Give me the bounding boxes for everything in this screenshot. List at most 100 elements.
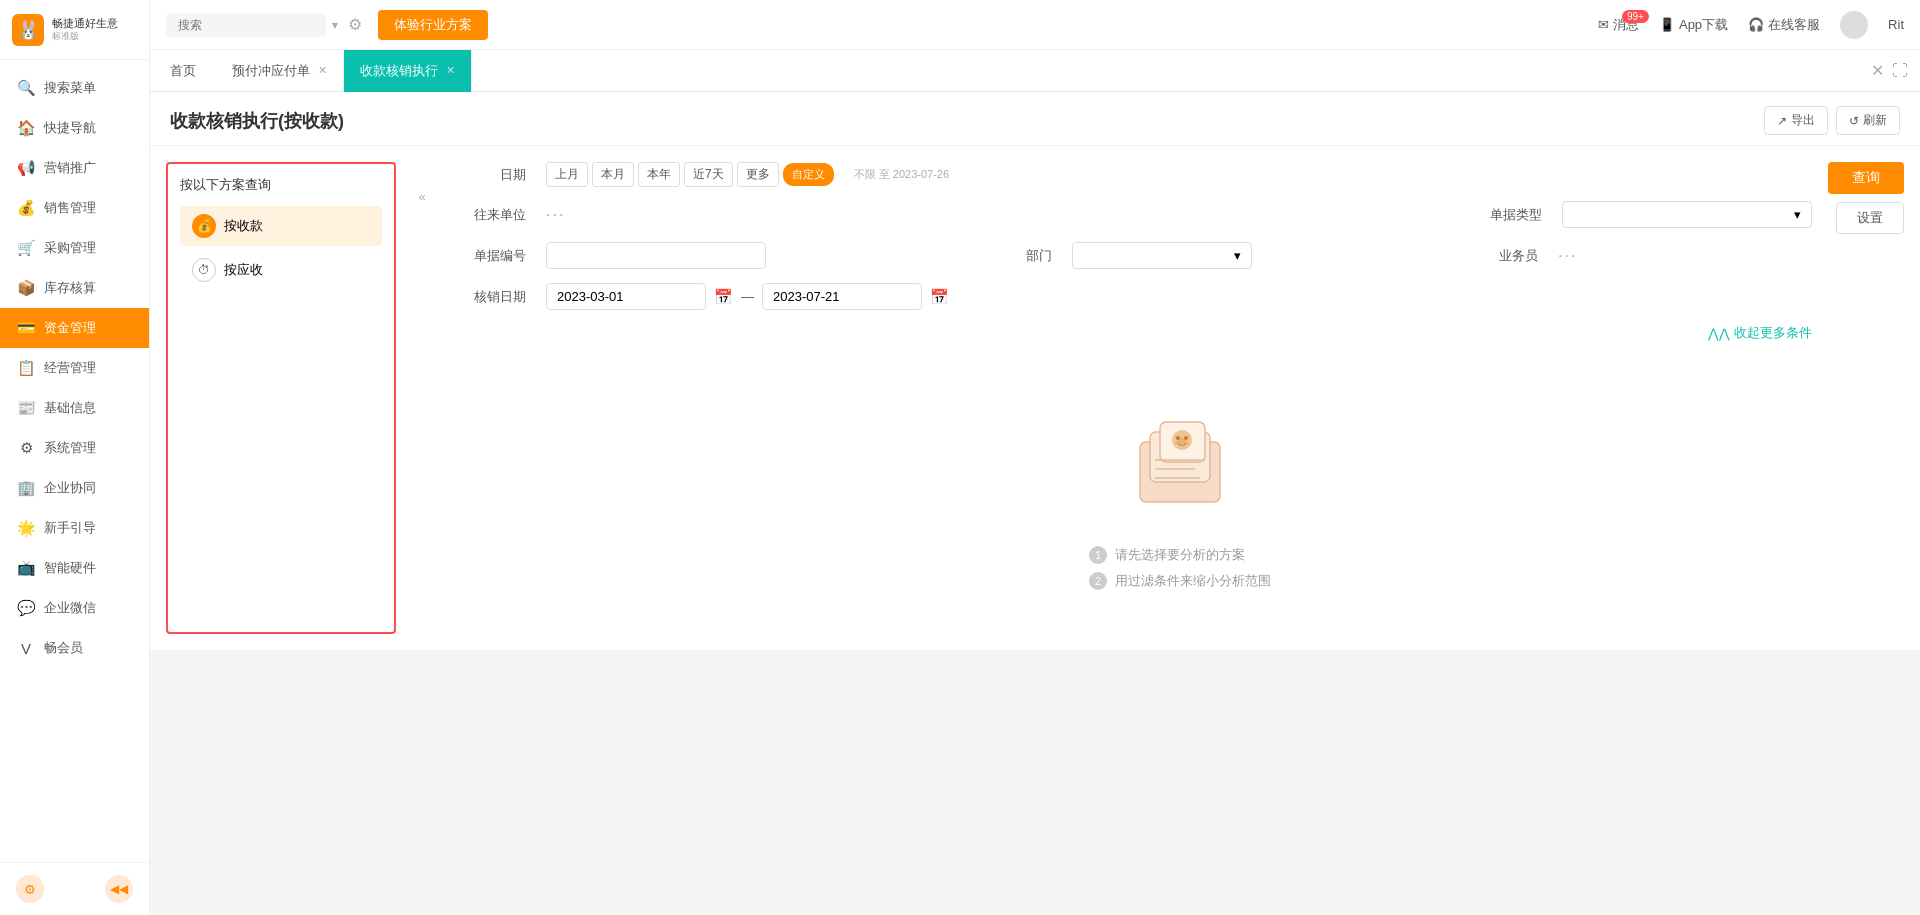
- service-label: 在线客服: [1768, 16, 1820, 34]
- tab-home[interactable]: 首页: [150, 62, 216, 80]
- sidebar-item-search[interactable]: 🔍 搜索菜单: [0, 68, 149, 108]
- sidebar-item-enterprise[interactable]: 🏢 企业协同: [0, 468, 149, 508]
- sidebar: 🐰 畅捷通好生意 标准版 🔍 搜索菜单 🏠 快捷导航 📢 营销推广 💰 销售管理…: [0, 0, 150, 915]
- sidebar-item-system[interactable]: ⚙ 系统管理: [0, 428, 149, 468]
- date-btn-more[interactable]: 更多: [737, 162, 779, 187]
- query-row-date: 日期 上月 本月 本年 近7天 更多 自定义 不限 至 2023-07-26: [456, 162, 1812, 187]
- tab-prepay[interactable]: 预付冲应付单 ✕: [216, 50, 344, 92]
- filter-option-by-receivable[interactable]: ⏱ 按应收: [180, 250, 382, 290]
- wechat-icon: 💬: [16, 598, 36, 618]
- page-actions: ↗ 导出 ↺ 刷新: [1764, 106, 1900, 135]
- sidebar-item-wechat[interactable]: 💬 企业微信: [0, 588, 149, 628]
- verify-date-end-input[interactable]: [762, 283, 922, 310]
- date-btn-this-year[interactable]: 本年: [638, 162, 680, 187]
- sidebar-item-vip[interactable]: V 畅会员: [0, 628, 149, 668]
- sidebar-item-label-finance: 资金管理: [44, 319, 96, 337]
- query-row-docno: 单据编号 部门 ▾ 业务员 ···: [456, 242, 1812, 269]
- dept-label: 部门: [982, 247, 1052, 265]
- vendor-input[interactable]: ···: [546, 206, 565, 224]
- enterprise-icon: 🏢: [16, 478, 36, 498]
- sidebar-item-purchase[interactable]: 🛒 采购管理: [0, 228, 149, 268]
- svg-point-4: [1176, 436, 1180, 440]
- sidebar-item-label-system: 系统管理: [44, 439, 96, 457]
- logo-icon: 🐰: [12, 14, 44, 46]
- tab-collect-close-icon[interactable]: ✕: [446, 64, 455, 77]
- calendar-start-icon[interactable]: 📅: [714, 288, 733, 306]
- staff-input[interactable]: ···: [1558, 247, 1577, 265]
- by-receipt-icon: 💰: [192, 214, 216, 238]
- date-btn-last-month[interactable]: 上月: [546, 162, 588, 187]
- topbar-app-download-button[interactable]: 📱 App下载: [1659, 16, 1728, 34]
- tab-expand-icon[interactable]: ⛶: [1892, 62, 1908, 80]
- collapse-chevron-icon: «: [418, 189, 425, 204]
- sidebar-collapse-button[interactable]: ◀◀: [105, 875, 133, 903]
- hardware-icon: 📺: [16, 558, 36, 578]
- sidebar-item-label-enterprise: 企业协同: [44, 479, 96, 497]
- dept-select[interactable]: ▾: [1072, 242, 1252, 269]
- export-button[interactable]: ↗ 导出: [1764, 106, 1828, 135]
- topbar-search-input[interactable]: [166, 13, 326, 37]
- sidebar-menu: 🔍 搜索菜单 🏠 快捷导航 📢 营销推广 💰 销售管理 🛒 采购管理 📦 库存核…: [0, 60, 149, 862]
- tab-close-all-icon[interactable]: ✕: [1871, 61, 1884, 80]
- filter-collapse-button[interactable]: «: [412, 166, 432, 226]
- sidebar-item-label-inventory: 库存核算: [44, 279, 96, 297]
- sidebar-item-guide[interactable]: 🌟 新手引导: [0, 508, 149, 548]
- verify-date-start-input[interactable]: [546, 283, 706, 310]
- solution-button[interactable]: 体验行业方案: [378, 10, 488, 40]
- export-icon: ↗: [1777, 114, 1787, 128]
- tab-prepay-close-icon[interactable]: ✕: [318, 64, 327, 77]
- date-btn-this-month[interactable]: 本月: [592, 162, 634, 187]
- by-receivable-icon: ⏱: [192, 258, 216, 282]
- doc-no-label: 单据编号: [456, 247, 526, 265]
- tabs-bar: 首页 预付冲应付单 ✕ 收款核销执行 ✕ ✕ ⛶: [150, 50, 1920, 92]
- sidebar-item-finance[interactable]: 💳 资金管理: [0, 308, 149, 348]
- filter-panel: 按以下方案查询 💰 按收款 ⏱ 按应收: [166, 162, 396, 634]
- logo-text-block: 畅捷通好生意 标准版: [52, 16, 118, 43]
- sidebar-item-label-operation: 经营管理: [44, 359, 96, 377]
- basic-icon: 📰: [16, 398, 36, 418]
- date-label: 日期: [456, 166, 526, 184]
- sidebar-item-inventory[interactable]: 📦 库存核算: [0, 268, 149, 308]
- sidebar-item-marketing[interactable]: 📢 营销推广: [0, 148, 149, 188]
- query-actions: 查询 设置: [1828, 162, 1904, 234]
- more-conditions-label: 收起更多条件: [1734, 324, 1812, 342]
- sidebar-item-sales[interactable]: 💰 销售管理: [0, 188, 149, 228]
- tip-number-1: 1: [1089, 546, 1107, 564]
- page-title: 收款核销执行(按收款): [170, 109, 344, 133]
- sidebar-item-quick-nav[interactable]: 🏠 快捷导航: [0, 108, 149, 148]
- sidebar-settings-button[interactable]: ⚙: [16, 875, 44, 903]
- home-icon: 🏠: [16, 118, 36, 138]
- sidebar-item-operation[interactable]: 📋 经营管理: [0, 348, 149, 388]
- chevron-up-icon: ⋀⋀: [1708, 326, 1730, 341]
- query-row-verify-date: 核销日期 📅 — 📅: [456, 283, 1812, 310]
- by-receivable-label: 按应收: [224, 261, 263, 279]
- topbar-chevron-icon[interactable]: ▾: [332, 18, 338, 32]
- topbar-service-button[interactable]: 🎧 在线客服: [1748, 16, 1820, 34]
- date-btn-7days[interactable]: 近7天: [684, 162, 733, 187]
- sidebar-item-hardware[interactable]: 📺 智能硬件: [0, 548, 149, 588]
- filter-panel-title: 按以下方案查询: [180, 176, 382, 194]
- sidebar-item-label-marketing: 营销推广: [44, 159, 96, 177]
- calendar-end-icon[interactable]: 📅: [930, 288, 949, 306]
- settings-button[interactable]: 设置: [1836, 202, 1904, 234]
- topbar-avatar: [1840, 11, 1868, 39]
- verify-date-label: 核销日期: [456, 288, 526, 306]
- sidebar-item-label-wechat: 企业微信: [44, 599, 96, 617]
- search-menu-icon: 🔍: [16, 78, 36, 98]
- date-btn-custom[interactable]: 自定义: [783, 163, 834, 186]
- tab-collect[interactable]: 收款核销执行 ✕: [344, 50, 472, 92]
- inventory-icon: 📦: [16, 278, 36, 298]
- doc-type-select[interactable]: ▾: [1562, 201, 1812, 228]
- more-conditions-button[interactable]: ⋀⋀ 收起更多条件: [1708, 324, 1812, 342]
- by-receipt-label: 按收款: [224, 217, 263, 235]
- topbar: ▾ ⚙ 体验行业方案 ✉ 消息 99+ 📱 App下载 🎧 在线客服 Rit: [150, 0, 1920, 50]
- topbar-gear-icon[interactable]: ⚙: [348, 15, 362, 34]
- refresh-button[interactable]: ↺ 刷新: [1836, 106, 1900, 135]
- topbar-message-button[interactable]: ✉ 消息 99+: [1598, 16, 1639, 34]
- sidebar-item-basic[interactable]: 📰 基础信息: [0, 388, 149, 428]
- date-hint: 不限 至 2023-07-26: [854, 167, 949, 182]
- query-button[interactable]: 查询: [1828, 162, 1904, 194]
- doc-no-input[interactable]: [546, 242, 766, 269]
- filter-option-by-receipt[interactable]: 💰 按收款: [180, 206, 382, 246]
- vendor-label: 往来单位: [456, 206, 526, 224]
